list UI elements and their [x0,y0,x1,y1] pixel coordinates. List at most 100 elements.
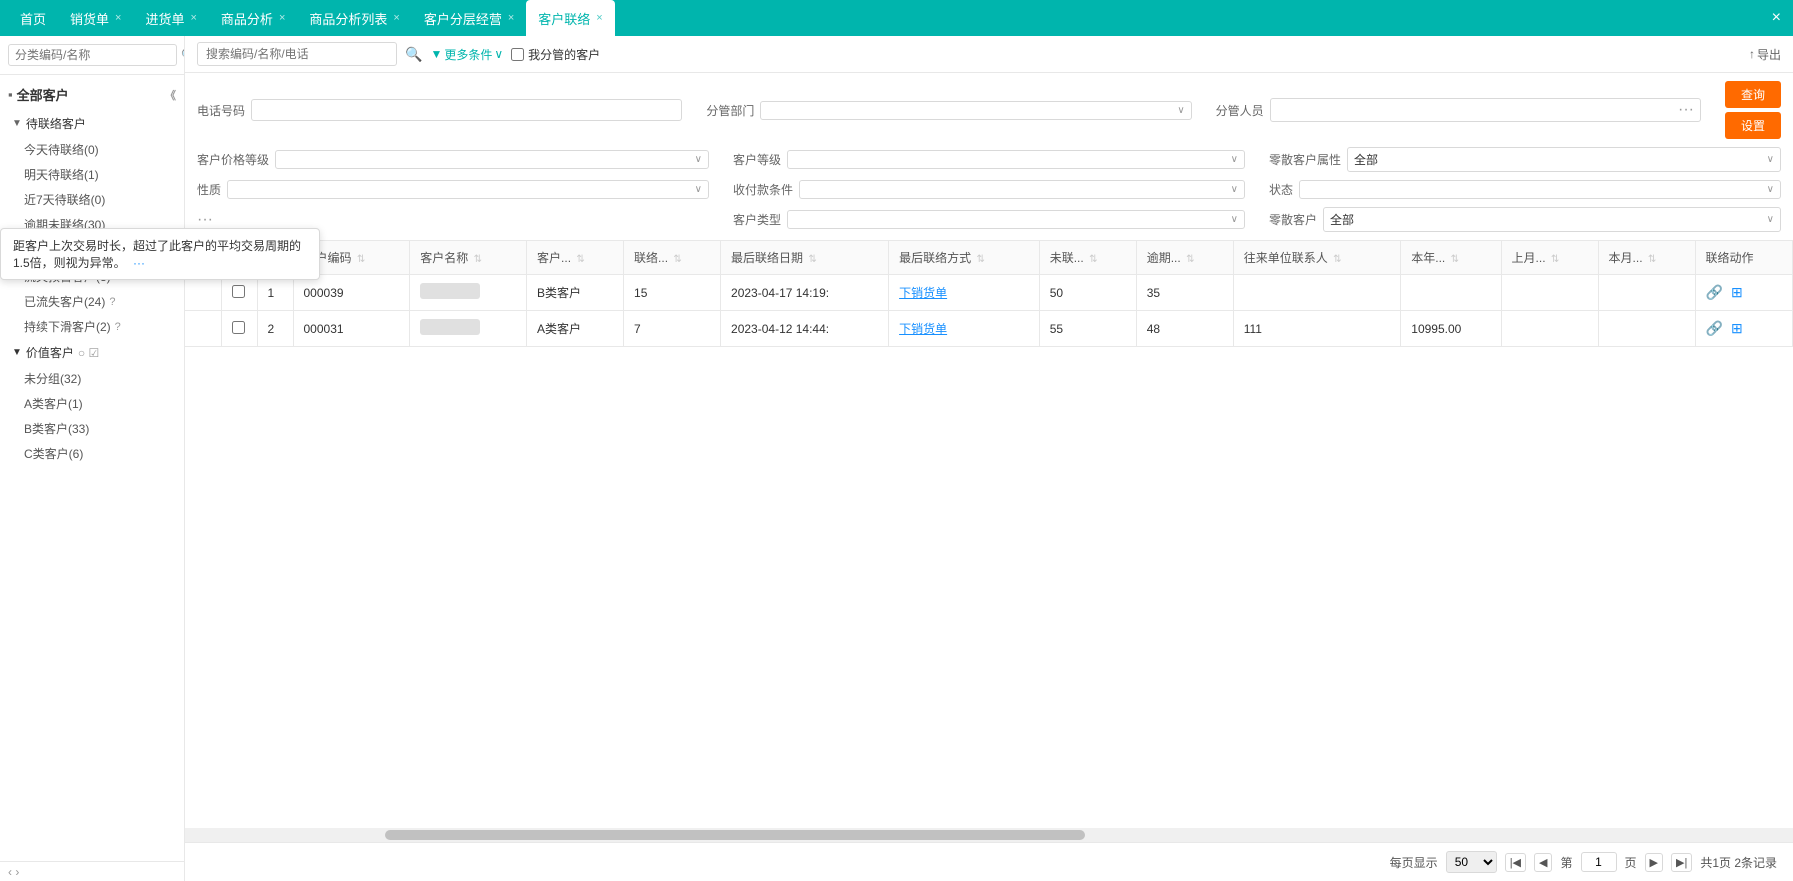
sidebar-item-c-class[interactable]: C类客户(6) [0,441,184,466]
col-last-contact-method-header[interactable]: 最后联络方式 ⇅ [889,241,1040,275]
filter-my-customer-label[interactable]: 我分管的客户 [511,46,600,63]
row1-view-icon[interactable]: 🔗 [1706,284,1723,301]
filter-search-button[interactable]: 🔍 [405,46,422,63]
sidebar-item-a-class[interactable]: A类客户(1) [0,391,184,416]
col-last-contact-date-header[interactable]: 最后联络日期 ⇅ [721,241,889,275]
filter-retail-attr-select[interactable]: 全部 ∨ [1347,147,1781,172]
col-customer-name-header[interactable]: 客户名称 ⇅ [410,241,527,275]
row2-select-checkbox[interactable] [232,321,245,334]
row1-name[interactable] [410,275,527,311]
row1-uncontact: 50 [1039,275,1136,311]
filter-dept-select[interactable]: ∨ [760,101,1191,120]
query-button[interactable]: 查询 [1725,81,1781,108]
row1-overdue: 35 [1136,275,1233,311]
filter-manager-select[interactable]: ··· [1270,98,1701,122]
nav-item-analysis[interactable]: 商品分析 × [209,0,297,36]
col-overdue-header[interactable]: 逾期... ⇅ [1136,241,1233,275]
expand-icon: ▪ [8,87,13,102]
arrow-down-value-icon: ▼ [12,347,22,358]
col-contacts-header[interactable]: 往来单位联系人 ⇅ [1233,241,1401,275]
settings-button[interactable]: 设置 [1725,112,1781,139]
row2-settings [185,311,221,347]
sidebar-item-declining[interactable]: 持续下滑客户(2) ? [0,314,184,339]
tooltip-more-link[interactable]: ··· [133,256,145,270]
window-close-button[interactable]: × [1772,9,1781,27]
row1-select-checkbox[interactable] [232,285,245,298]
filter-export-btn[interactable]: ↑ 导出 [1749,46,1781,63]
filter-phone-input[interactable] [251,99,682,121]
nav-close-customer-contact[interactable]: × [596,12,602,24]
table-row: 1 000039 B类客户 15 [185,275,1793,311]
row2-more-icon[interactable]: ⊞ [1731,320,1743,337]
nav-close-analysis-list[interactable]: × [393,12,399,24]
page-number-input[interactable] [1581,852,1617,872]
nav-close-customer-tier[interactable]: × [508,12,514,24]
main-layout: 🔍 ▪ 全部客户 《 ▼ 待联络客户 今天待联络(0) 明天待联络(1) 近7天… [0,36,1793,881]
sidebar-item-churned[interactable]: 已流失客户(24) ? [0,289,184,314]
page-label: 第 [1560,854,1572,871]
row2-view-icon[interactable]: 🔗 [1706,320,1723,337]
filter-more-btn[interactable]: ▼ 更多条件 ∨ [430,46,503,63]
filter-field-price-level: 客户价格等级 ∨ [197,150,709,169]
col-last-month-header[interactable]: 上月... ⇅ [1501,241,1598,275]
row4-dots[interactable]: ··· [197,212,213,228]
filter-customer-level-select[interactable]: ∨ [787,150,1245,169]
col-contact-count-header[interactable]: 联络... ⇅ [624,241,721,275]
filter-gender-select[interactable]: ∨ [227,180,709,199]
pagination-next-btn[interactable]: ▶ [1645,853,1663,872]
sidebar-group-pending-header[interactable]: ▼ 待联络客户 [0,110,184,137]
col-uncontact-header[interactable]: 未联... ⇅ [1039,241,1136,275]
col-this-month-header[interactable]: 本月... ⇅ [1598,241,1695,275]
arrow-down-icon: ▼ [12,118,22,129]
filter-status-select[interactable]: ∨ [1299,180,1781,199]
gender-dropdown-icon: ∨ [695,184,702,195]
sidebar-item-ungroup[interactable]: 未分组(32) [0,366,184,391]
help-icon-declining[interactable]: ? [115,321,121,333]
sidebar-search-input[interactable] [8,44,177,66]
manager-dots[interactable]: ··· [1678,102,1694,118]
filter-price-select[interactable]: ∨ [275,150,709,169]
value-group-edit-icons[interactable]: ○ ☑ [78,346,99,360]
nav-item-home[interactable]: 首页 [8,0,58,36]
col-this-year-header[interactable]: 本年... ⇅ [1401,241,1501,275]
row2-name[interactable] [410,311,527,347]
row2-checkbox[interactable] [221,311,257,347]
sidebar-group-pending: ▼ 待联络客户 今天待联络(0) 明天待联络(1) 近7天待联络(0) 逾期未联… [0,110,184,237]
row2-last-date: 2023-04-12 14:44: [721,311,889,347]
nav-close-sales[interactable]: × [115,12,121,24]
pagination-first-btn[interactable]: |◀ [1505,853,1526,872]
nav-item-sales[interactable]: 销货单 × [58,0,133,36]
filter-customer-type-select[interactable]: ∨ [787,210,1245,229]
sidebar-collapse-btn[interactable]: 《 [165,87,176,103]
sidebar-all-customers[interactable]: ▪ 全部客户 《 [0,79,184,110]
row1-last-date: 2023-04-17 14:19: [721,275,889,311]
horizontal-scrollbar-thumb[interactable] [385,830,1085,840]
sidebar-item-today[interactable]: 今天待联络(0) [0,137,184,162]
per-page-select[interactable]: 50 100 200 [1446,851,1497,873]
filter-search-input[interactable] [197,42,397,66]
horizontal-scrollbar[interactable] [185,828,1793,842]
sidebar-item-7days[interactable]: 近7天待联络(0) [0,187,184,212]
filter-my-customer-checkbox[interactable] [511,48,524,61]
nav-item-purchase[interactable]: 进货单 × [133,0,208,36]
filter-retail-customer-select[interactable]: 全部 ∨ [1323,207,1781,232]
nav-close-purchase[interactable]: × [190,12,196,24]
row2-uncontact: 55 [1039,311,1136,347]
pagination-last-btn[interactable]: ▶| [1671,853,1692,872]
filter-payment-select[interactable]: ∨ [799,180,1245,199]
help-icon-churned[interactable]: ? [109,296,115,308]
sidebar-item-tomorrow[interactable]: 明天待联络(1) [0,162,184,187]
sidebar-nav-arrows[interactable]: ‹ › [8,865,19,879]
row2-last-method[interactable]: 下销货单 [889,311,1040,347]
sidebar-group-value-header[interactable]: ▼ 价值客户 ○ ☑ [0,339,184,366]
nav-item-customer-contact[interactable]: 客户联络 × [526,0,614,36]
pagination-prev-btn[interactable]: ◀ [1534,853,1552,872]
sidebar-item-b-class[interactable]: B类客户(33) [0,416,184,441]
nav-item-analysis-list[interactable]: 商品分析列表 × [297,0,411,36]
col-customer-type-header[interactable]: 客户... ⇅ [527,241,624,275]
nav-close-analysis[interactable]: × [279,12,285,24]
nav-item-customer-tier[interactable]: 客户分层经营 × [412,0,526,36]
row1-more-icon[interactable]: ⊞ [1731,284,1743,301]
row1-last-method[interactable]: 下销货单 [889,275,1040,311]
row2-overdue: 48 [1136,311,1233,347]
